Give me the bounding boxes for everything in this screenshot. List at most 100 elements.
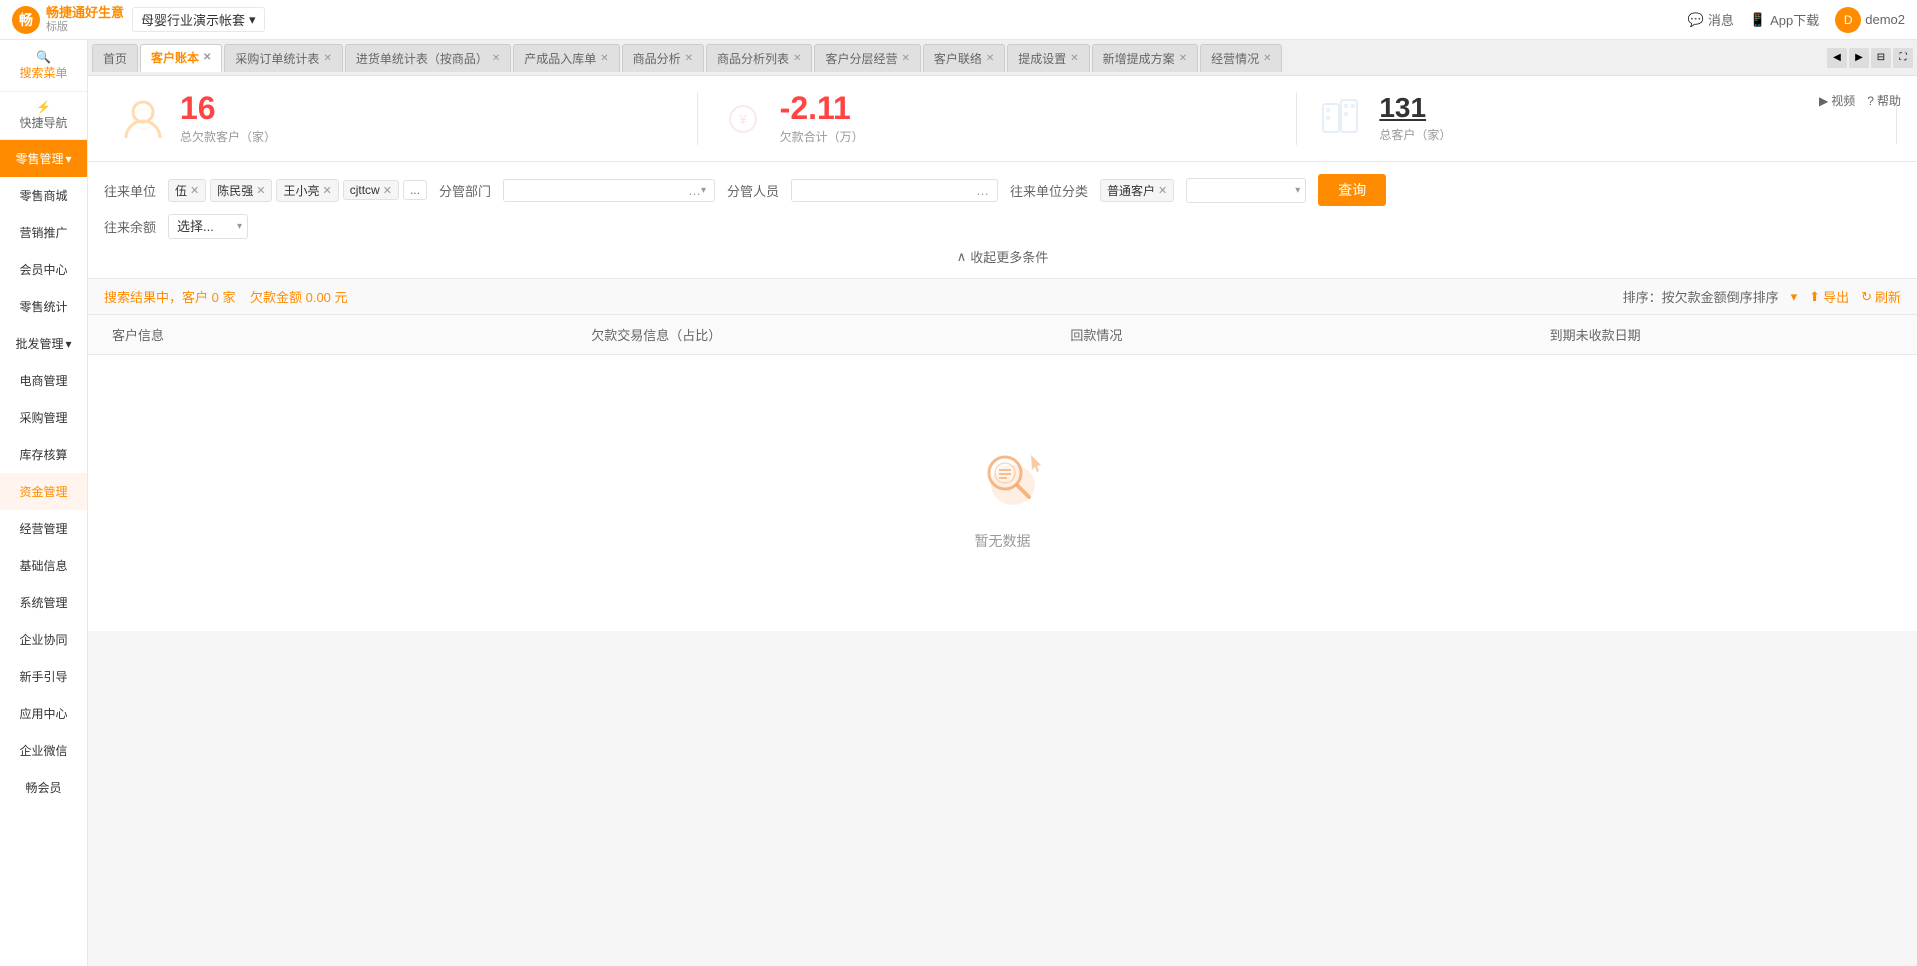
help-button[interactable]: ? 帮助 — [1867, 92, 1901, 109]
tab-expand-arrow[interactable]: ⛶ — [1893, 48, 1913, 68]
tab-inbound-close[interactable]: ✕ — [492, 53, 500, 64]
sidebar-item-retail-mall[interactable]: 零售商城 — [0, 177, 87, 214]
tab-product-inbound[interactable]: 产成品入库单 ✕ — [513, 44, 619, 72]
tab-new-raise-plan[interactable]: 新增提成方案 ✕ — [1092, 44, 1198, 72]
debt-customers-number: 16 — [180, 92, 276, 124]
sidebar-item-newbie[interactable]: 新手引导 — [0, 658, 87, 695]
table-header: 客户信息 欠款交易信息（占比） 回款情况 到期未收款日期 — [88, 315, 1917, 355]
filter-tag-4-label: cjttcw — [350, 183, 380, 197]
filter-more-tags[interactable]: ... — [403, 180, 427, 200]
total-customers-label: 总客户（家） — [1379, 126, 1451, 143]
unit-class-tag-1-remove[interactable]: ✕ — [1158, 184, 1167, 197]
sidebar-search[interactable]: 🔍 搜索菜单 — [0, 40, 87, 92]
tab-product-inbound-close[interactable]: ✕ — [600, 53, 608, 64]
tab-purchase-order-stats[interactable]: 采购订单统计表 ✕ — [224, 44, 342, 72]
sidebar-quick-nav[interactable]: ⚡ 快捷导航 — [0, 92, 87, 140]
tab-product-analysis-close[interactable]: ✕ — [685, 53, 693, 64]
total-customers-number: 131 — [1379, 94, 1451, 122]
tab-operation-status[interactable]: 经营情况 ✕ — [1200, 44, 1282, 72]
sidebar-item-vip[interactable]: 畅会员 — [0, 769, 87, 806]
tab-menu-arrow[interactable]: ⊟ — [1871, 48, 1891, 68]
collapse-filter-button[interactable]: ∧ 收起更多条件 — [104, 247, 1901, 266]
stat-debt-customers-values: 16 总欠款客户（家） — [180, 92, 276, 145]
unit-class-label: 往来单位分类 — [1010, 181, 1088, 200]
tab-customer-connect-close[interactable]: ✕ — [986, 53, 994, 64]
sidebar-item-wholesale-mgmt[interactable]: 批发管理 ▾ — [0, 325, 87, 362]
filter-area: 往来单位 伍 ✕ 陈民强 ✕ 王小亮 ✕ — [88, 162, 1917, 279]
sidebar-retail-stats-label: 零售统计 — [19, 300, 67, 314]
sidebar-item-app-center[interactable]: 应用中心 — [0, 695, 87, 732]
results-text: 搜索结果中，客户 — [104, 290, 208, 305]
query-button[interactable]: 查询 — [1318, 174, 1386, 206]
dept-input[interactable] — [512, 183, 688, 198]
export-icon: ⬆ — [1809, 289, 1820, 305]
stat-debt-total-values: -2.11 欠款合计（万） — [780, 92, 864, 145]
tab-inbound-stats[interactable]: 进货单统计表（按商品） ✕ — [345, 44, 511, 72]
sidebar-item-purchase[interactable]: 采购管理 — [0, 399, 87, 436]
tab-purchase-order-close[interactable]: ✕ — [323, 53, 331, 64]
tab-raise-settings-close[interactable]: ✕ — [1070, 53, 1078, 64]
message-button[interactable]: 💬 消息 — [1688, 10, 1734, 29]
dept-input-dots[interactable]: … — [688, 183, 701, 198]
unit-class-select[interactable] — [1186, 178, 1306, 203]
tab-operation-close[interactable]: ✕ — [1263, 53, 1271, 64]
sidebar-item-ecommerce[interactable]: 电商管理 — [0, 362, 87, 399]
table-col2-header: 欠款交易信息（占比） — [583, 325, 1062, 344]
refresh-button[interactable]: ↻ 刷新 — [1861, 287, 1901, 306]
tab-raise-settings[interactable]: 提成设置 ✕ — [1007, 44, 1089, 72]
sidebar-item-enterprise-coop[interactable]: 企业协同 — [0, 621, 87, 658]
filter-tag-3-remove[interactable]: ✕ — [323, 184, 332, 197]
tab-product-analysis[interactable]: 商品分析 ✕ — [622, 44, 704, 72]
app-download-button[interactable]: 📱 App下载 — [1750, 10, 1819, 29]
video-help-button[interactable]: ▶ 视频 — [1819, 92, 1855, 109]
sidebar-item-enterprise-wechat[interactable]: 企业微信 — [0, 732, 87, 769]
sidebar-item-system[interactable]: 系统管理 — [0, 584, 87, 621]
empty-state: 暂无数据 — [88, 355, 1917, 631]
tab-new-raise-plan-close[interactable]: ✕ — [1179, 53, 1187, 64]
logo-text: 畅捷通好生意 — [46, 5, 124, 21]
filter-tag-4-remove[interactable]: ✕ — [383, 184, 392, 197]
person-input-dots[interactable]: … — [976, 183, 989, 198]
sidebar-item-member-center[interactable]: 会员中心 — [0, 251, 87, 288]
filter-tag-1: 伍 ✕ — [168, 179, 206, 202]
tab-product-analysis-list-close[interactable]: ✕ — [793, 53, 801, 64]
sidebar-item-marketing[interactable]: 营销推广 — [0, 214, 87, 251]
tab-customer-accounts[interactable]: 客户账本 ✕ — [140, 44, 222, 72]
results-info: 搜索结果中，客户 0 家 欠款金额 0.00 元 — [104, 287, 348, 306]
tab-purchase-order-stats-label: 采购订单统计表 — [235, 50, 319, 67]
sidebar-app-center-label: 应用中心 — [19, 707, 67, 721]
tab-customer-segment-close[interactable]: ✕ — [901, 53, 909, 64]
sidebar-item-inventory[interactable]: 库存核算 — [0, 436, 87, 473]
sidebar-item-retail-stats[interactable]: 零售统计 — [0, 288, 87, 325]
filter-tag-1-remove[interactable]: ✕ — [190, 184, 199, 197]
sidebar-item-finance[interactable]: 资金管理 — [0, 473, 87, 510]
logo-icon: 畅 — [12, 6, 40, 34]
company-chevron-icon: ▾ — [249, 12, 256, 28]
tab-product-analysis-list[interactable]: 商品分析列表 ✕ — [706, 44, 812, 72]
unit-class-tags: 普通客户 ✕ — [1100, 179, 1174, 202]
company-select[interactable]: 母婴行业演示帐套 ▾ — [132, 7, 265, 32]
export-label: 导出 — [1823, 287, 1849, 306]
sidebar-item-retail-mgmt[interactable]: 零售管理 ▾ — [0, 140, 87, 177]
user-menu[interactable]: D demo2 — [1835, 7, 1905, 33]
sidebar-item-basic-info[interactable]: 基础信息 — [0, 547, 87, 584]
tab-next-arrow[interactable]: ▶ — [1849, 48, 1869, 68]
tab-prev-arrow[interactable]: ◀ — [1827, 48, 1847, 68]
sidebar-item-operation[interactable]: 经营管理 — [0, 510, 87, 547]
balance-select[interactable]: 选择... — [168, 214, 248, 239]
wholesale-chevron-icon: ▾ — [65, 337, 71, 351]
debt-amount: 0.00 — [306, 290, 331, 305]
person-input[interactable] — [800, 183, 976, 198]
unit-class-select-wrap: ▾ — [1186, 178, 1306, 203]
empty-state-icon — [963, 435, 1043, 515]
tab-customer-segment[interactable]: 客户分层经营 ✕ — [814, 44, 920, 72]
main-layout: 🔍 搜索菜单 ⚡ 快捷导航 零售管理 ▾ 零售商城 营销推广 会员中心 零售统计… — [0, 40, 1917, 966]
balance-filter-label: 往来余额 — [104, 217, 156, 236]
tab-customer-connect[interactable]: 客户联络 ✕ — [923, 44, 1005, 72]
export-button[interactable]: ⬆ 导出 — [1809, 287, 1849, 306]
filter-tag-2-remove[interactable]: ✕ — [256, 184, 265, 197]
sidebar-enterprise-wechat-label: 企业微信 — [19, 744, 67, 758]
tab-customer-accounts-close[interactable]: ✕ — [203, 52, 211, 63]
tab-new-raise-plan-label: 新增提成方案 — [1103, 50, 1175, 67]
tab-home[interactable]: 首页 — [92, 44, 138, 72]
